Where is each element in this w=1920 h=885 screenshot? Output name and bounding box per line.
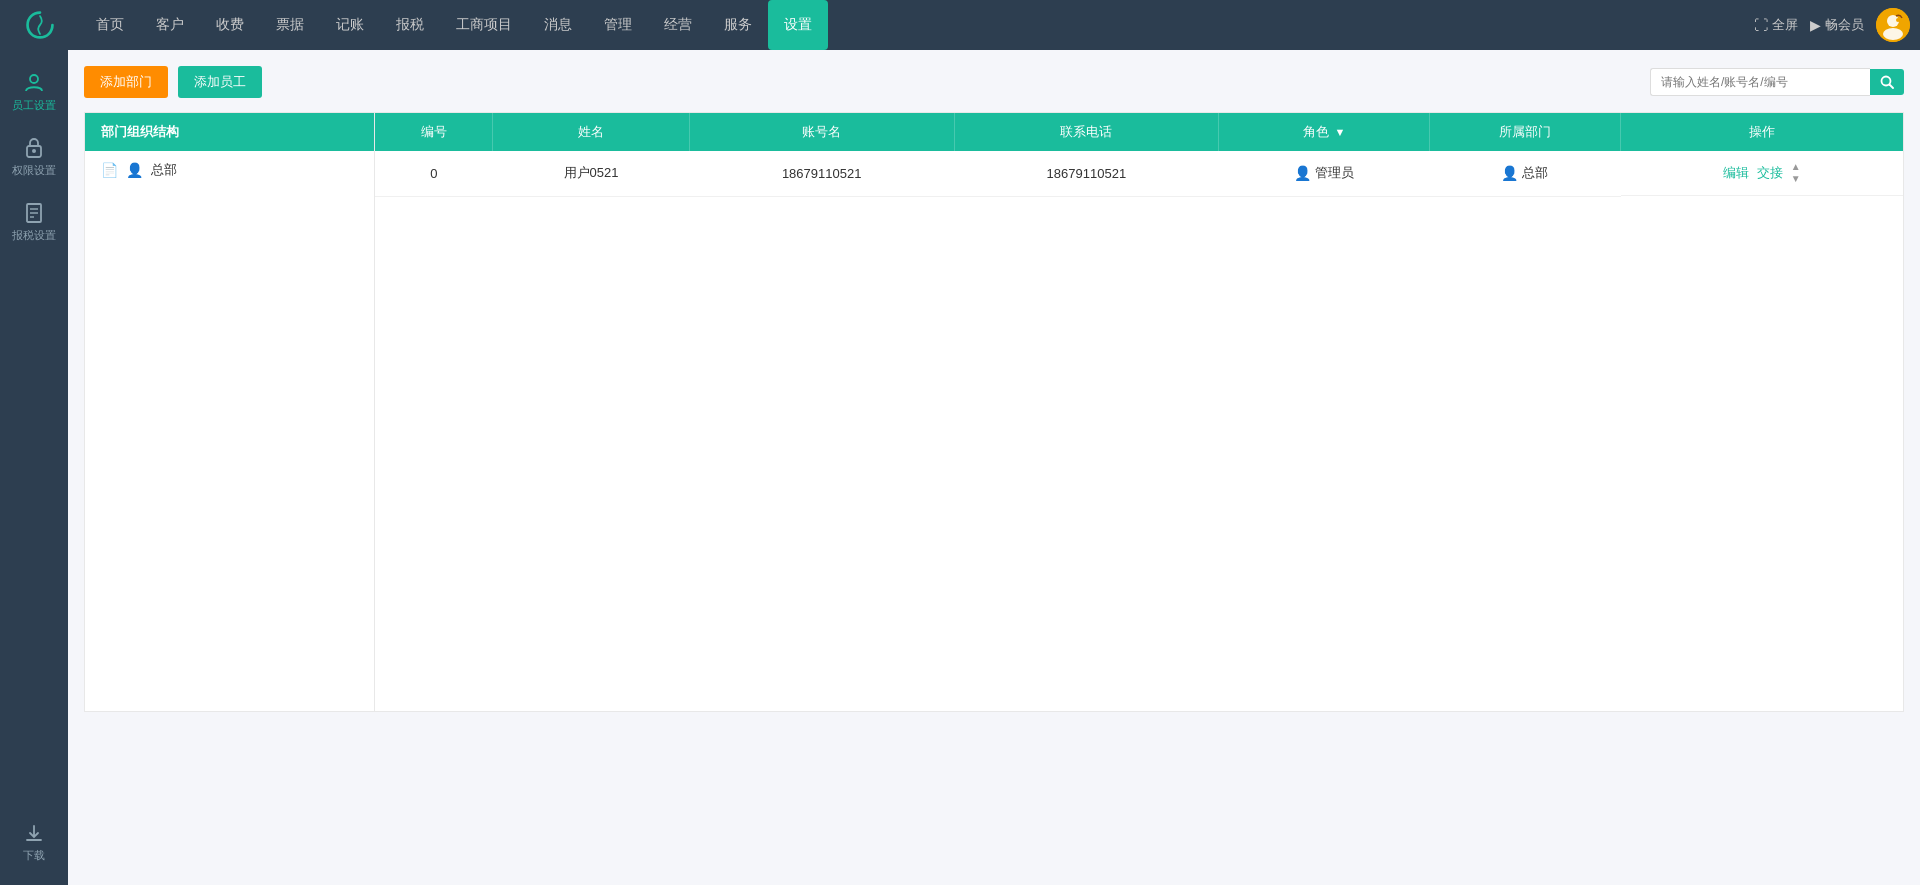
svg-line-13: [1890, 85, 1894, 89]
add-dept-button[interactable]: 添加部门: [84, 66, 168, 98]
employee-table: 编号 姓名 账号名 联系电话 角色 ▼ 所属部门 操作: [375, 113, 1903, 711]
nav-item-customer[interactable]: 客户: [140, 0, 200, 50]
dept-person-icon: 👤: [126, 162, 143, 178]
sidebar-item-download[interactable]: 下载: [0, 810, 68, 875]
col-header-role: 角色 ▼: [1219, 113, 1430, 151]
col-header-dept: 所属部门: [1429, 113, 1620, 151]
search-box: [1650, 68, 1904, 96]
nav-right: ⛶ 全屏 ▶ 畅会员: [1754, 8, 1910, 42]
sidebar: 员工设置 权限设置 报税设置: [0, 50, 68, 885]
sidebar-item-tax-settings[interactable]: 报税设置: [0, 190, 68, 255]
table-row: 0 用户0521 18679110521 18679110521 👤 管理员 👤…: [375, 151, 1903, 196]
avatar[interactable]: [1876, 8, 1910, 42]
report-icon: [23, 202, 45, 224]
nav-item-fee[interactable]: 收费: [200, 0, 260, 50]
nav-item-settings[interactable]: 设置: [768, 0, 828, 50]
sidebar-item-employee[interactable]: 员工设置: [0, 60, 68, 125]
edit-button[interactable]: 编辑: [1723, 164, 1749, 182]
nav-item-invoice[interactable]: 票据: [260, 0, 320, 50]
fullscreen-button[interactable]: ⛶ 全屏: [1754, 16, 1798, 34]
cell-account: 18679110521: [689, 151, 954, 196]
cell-name: 用户0521: [493, 151, 690, 196]
arrow-down-icon[interactable]: ▼: [1791, 173, 1801, 185]
row-scroll-arrows: ▲ ▼: [1787, 161, 1805, 185]
table-area: 部门组织结构 📄 👤 总部 编号 姓名 账号名 联系电话: [84, 112, 1904, 712]
nav-items: 首页 客户 收费 票据 记账 报税 工商项目 消息 管理 经营 服务 设置: [80, 0, 1754, 50]
search-input[interactable]: [1650, 68, 1870, 96]
cell-dept: 👤 总部: [1429, 151, 1620, 196]
nav-item-business[interactable]: 工商项目: [440, 0, 528, 50]
nav-item-tax[interactable]: 报税: [380, 0, 440, 50]
file-icon: 📄: [101, 162, 118, 178]
lock-icon: [23, 137, 45, 159]
col-header-op: 操作: [1621, 113, 1903, 151]
dept-tree-item-general[interactable]: 📄 👤 总部: [85, 151, 374, 189]
dept-tree: 部门组织结构 📄 👤 总部: [85, 113, 375, 711]
cell-no: 0: [375, 151, 493, 196]
table-header-row: 编号 姓名 账号名 联系电话 角色 ▼ 所属部门 操作: [375, 113, 1903, 151]
role-filter-icon[interactable]: ▼: [1334, 126, 1345, 138]
col-header-name: 姓名: [493, 113, 690, 151]
add-emp-button[interactable]: 添加员工: [178, 66, 262, 98]
sidebar-item-permissions[interactable]: 权限设置: [0, 125, 68, 190]
svg-point-4: [30, 75, 38, 83]
col-header-phone: 联系电话: [954, 113, 1219, 151]
cell-phone: 18679110521: [954, 151, 1219, 196]
person-icon: [23, 72, 45, 94]
member-button[interactable]: ▶ 畅会员: [1810, 16, 1864, 34]
content-area: 添加部门 添加员工 部门组织结构 📄 👤 总部: [68, 50, 1920, 885]
role-value: 管理员: [1315, 164, 1354, 182]
member-icon: ▶: [1810, 17, 1821, 33]
arrow-up-icon[interactable]: ▲: [1791, 161, 1801, 173]
svg-point-3: [1896, 18, 1900, 22]
nav-item-message[interactable]: 消息: [528, 0, 588, 50]
top-navigation: 首页 客户 收费 票据 记账 报税 工商项目 消息 管理 经营 服务 设置 ⛶ …: [0, 0, 1920, 50]
col-header-no: 编号: [375, 113, 493, 151]
nav-item-service[interactable]: 服务: [708, 0, 768, 50]
logo-icon: [22, 7, 58, 43]
col-header-account: 账号名: [689, 113, 954, 151]
download-icon: [23, 822, 45, 844]
cell-op: 编辑 交接 ▲ ▼: [1621, 151, 1903, 196]
fullscreen-icon: ⛶: [1754, 17, 1768, 33]
role-person-icon: 👤: [1294, 165, 1311, 181]
nav-item-home[interactable]: 首页: [80, 0, 140, 50]
cell-role: 👤 管理员: [1219, 151, 1430, 196]
nav-item-operation[interactable]: 经营: [648, 0, 708, 50]
dept-person-icon-row: 👤: [1501, 165, 1518, 181]
search-button[interactable]: [1870, 69, 1904, 95]
fullscreen-label: 全屏: [1772, 16, 1798, 34]
dept-tree-item-label: 总部: [151, 161, 177, 179]
transfer-button[interactable]: 交接: [1757, 164, 1783, 182]
search-icon: [1880, 75, 1894, 89]
sidebar-label-download: 下载: [23, 848, 45, 863]
toolbar: 添加部门 添加员工: [84, 66, 1904, 98]
nav-item-accounting[interactable]: 记账: [320, 0, 380, 50]
sidebar-bottom: 下载: [0, 810, 68, 885]
sidebar-label-permissions: 权限设置: [12, 163, 56, 178]
svg-point-6: [32, 149, 36, 153]
dept-tree-header: 部门组织结构: [85, 113, 374, 151]
nav-item-manage[interactable]: 管理: [588, 0, 648, 50]
dept-value: 总部: [1522, 164, 1548, 182]
sidebar-label-tax-settings: 报税设置: [12, 228, 56, 243]
logo: [10, 7, 70, 43]
main-layout: 员工设置 权限设置 报税设置: [0, 50, 1920, 885]
member-label: 畅会员: [1825, 16, 1864, 34]
svg-point-2: [1883, 28, 1903, 40]
sidebar-label-employee: 员工设置: [12, 98, 56, 113]
